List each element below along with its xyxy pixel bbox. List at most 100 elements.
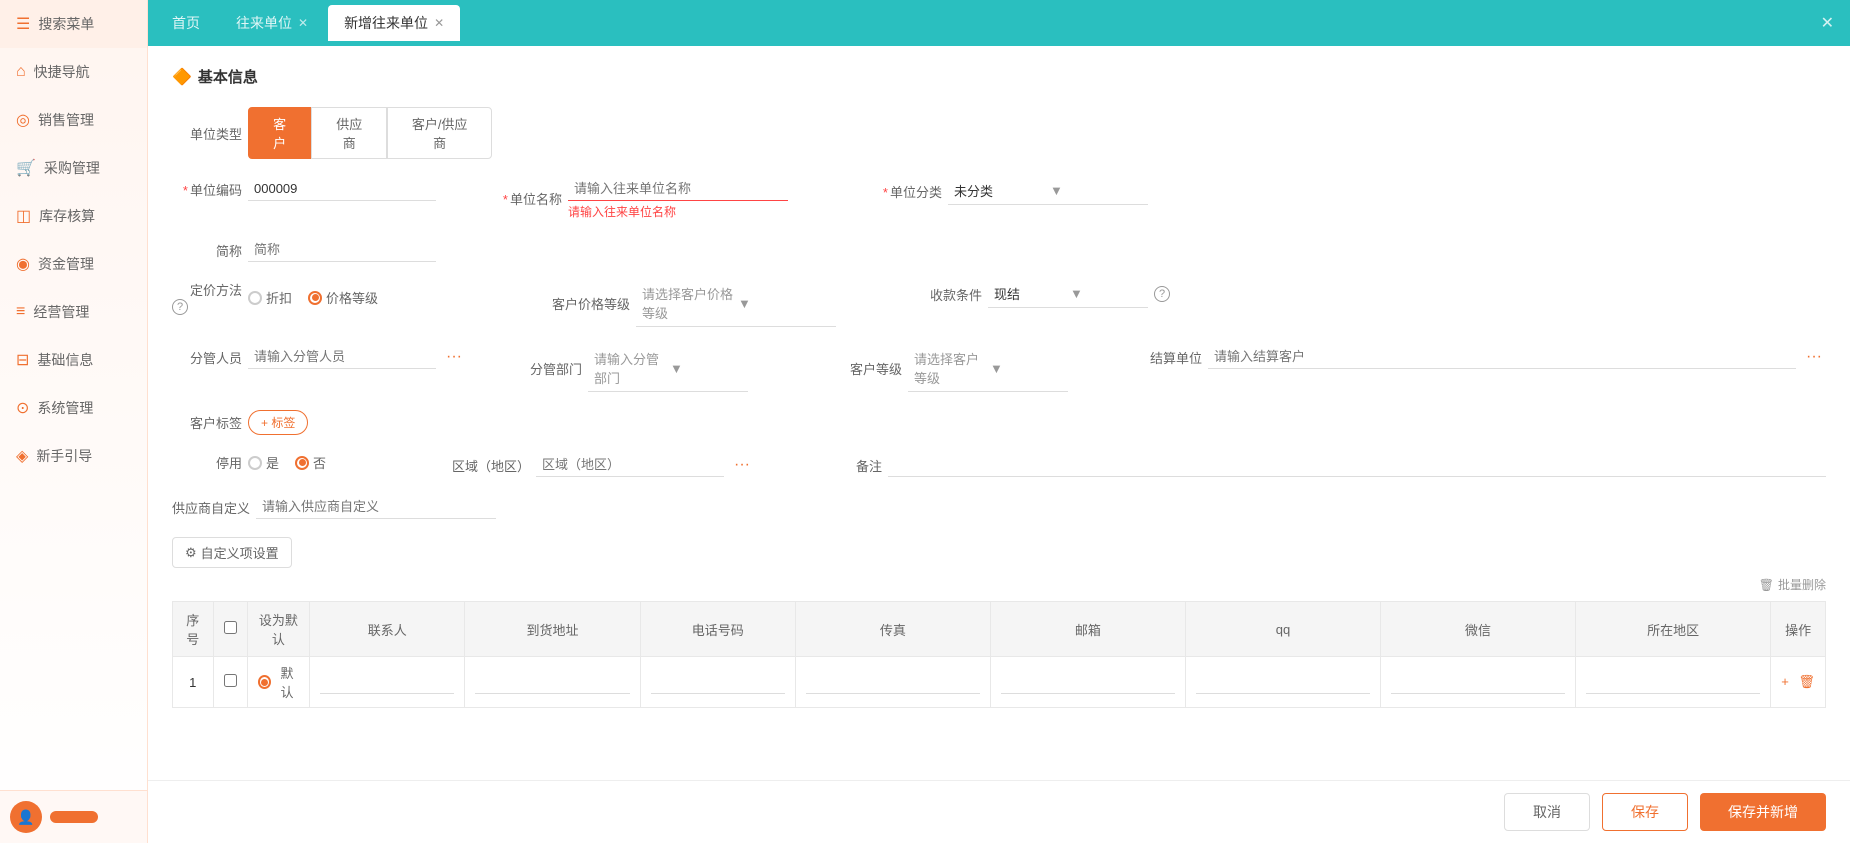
customer-price-level-select[interactable]: 请选择客户价格等级 ▼ <box>636 280 836 327</box>
price-level-radio-circle <box>308 291 322 305</box>
customer-price-level-field: 客户价格等级 请选择客户价格等级 ▼ <box>552 280 892 327</box>
unit-code-label: *单位编码 <box>172 180 242 199</box>
th-no: 序号 <box>173 602 214 657</box>
save-button[interactable]: 保存 <box>1602 793 1688 831</box>
pricing-help-icon[interactable]: ? <box>172 299 188 315</box>
user-avatar: 👤 <box>10 801 42 833</box>
unit-name-field: *单位名称 请输入往来单位名称 <box>492 177 852 220</box>
save-new-button[interactable]: 保存并新增 <box>1700 793 1826 831</box>
settlement-unit-input[interactable] <box>1208 345 1796 369</box>
payment-terms-select[interactable]: 现结 ▼ <box>988 280 1148 308</box>
customer-price-level-placeholder: 请选择客户价格等级 <box>642 284 734 322</box>
section-title-basic-info: 🔶 基本信息 <box>172 66 1826 87</box>
customer-tag-row: 客户标签 + 标签 <box>172 410 1826 435</box>
qq-input[interactable] <box>1196 670 1370 694</box>
tab-counterpart[interactable]: 往来单位 ✕ <box>220 5 324 41</box>
table-header-row: 序号 设为默认 联系人 到货地址 电话号码 传真 邮箱 qq 微信 所在地区 操… <box>173 602 1826 657</box>
dept-select[interactable]: 请输入分管部门 ▼ <box>588 345 748 392</box>
finance-icon: ◉ <box>16 254 30 274</box>
unit-type-customer-btn[interactable]: 客户 <box>248 107 311 159</box>
row-checkbox-input[interactable] <box>224 674 237 687</box>
add-row-btn[interactable]: + <box>1781 674 1789 689</box>
select-all-checkbox[interactable] <box>224 621 237 634</box>
default-radio[interactable]: 默认 <box>258 663 300 701</box>
fax-input[interactable] <box>806 670 980 694</box>
th-phone: 电话号码 <box>640 602 795 657</box>
row-region-input[interactable] <box>1586 670 1760 694</box>
custom-settings-button[interactable]: ⚙ 自定义项设置 <box>172 537 292 568</box>
unit-code-input[interactable] <box>248 177 436 201</box>
sidebar-item-sales[interactable]: ◎ 销售管理 <box>0 96 147 144</box>
disabled-yes-radio[interactable]: 是 <box>248 453 279 472</box>
wechat-input[interactable] <box>1391 670 1565 694</box>
tab-new-counterpart[interactable]: 新增往来单位 ✕ <box>328 5 460 41</box>
th-email: 邮箱 <box>990 602 1185 657</box>
remark-input[interactable] <box>888 453 1826 477</box>
manager-field: 分管人员 ··· <box>172 345 512 369</box>
close-all-tabs[interactable]: ✕ <box>1813 9 1842 37</box>
batch-delete-label[interactable]: 批量删除 <box>1778 576 1826 593</box>
disabled-label: 停用 <box>172 453 242 472</box>
row-email <box>990 657 1185 708</box>
manager-more-btn[interactable]: ··· <box>442 348 466 366</box>
sidebar-item-search[interactable]: ☰ 搜索菜单 <box>0 0 147 48</box>
supplier-custom-field: 供应商自定义 <box>172 495 672 519</box>
pricing-method-radio-group: 折扣 价格等级 <box>248 288 378 307</box>
form-content: 🔶 基本信息 单位类型 客户 供应商 客户/供应商 *单位编码 *单位名称 <box>148 46 1850 780</box>
contact-input[interactable] <box>320 670 454 694</box>
disabled-no-label: 否 <box>313 453 326 472</box>
tab-new-counterpart-label: 新增往来单位 <box>344 13 428 33</box>
manager-label: 分管人员 <box>172 348 242 367</box>
pricing-row: 定价方法 ? 折扣 价格等级 客户价格等级 请选择客户价 <box>172 280 1826 327</box>
sidebar-item-base-info[interactable]: ⊟ 基础信息 <box>0 336 147 384</box>
add-tag-button[interactable]: + 标签 <box>248 410 308 435</box>
default-radio-circle <box>258 675 271 689</box>
settlement-unit-more-btn[interactable]: ··· <box>1802 348 1826 366</box>
region-field: 区域（地区） ··· <box>452 453 792 477</box>
chevron-down-icon: ▼ <box>738 296 830 311</box>
sidebar-item-label: 快捷导航 <box>34 62 90 82</box>
unit-name-input[interactable] <box>568 177 788 201</box>
sidebar-item-label: 新手引导 <box>36 446 92 466</box>
search-menu-icon: ☰ <box>16 14 30 34</box>
customer-level-select[interactable]: 请选择客户等级 ▼ <box>908 345 1068 392</box>
pricing-level-radio[interactable]: 价格等级 <box>308 288 378 307</box>
sidebar-item-guide[interactable]: ◈ 新手引导 <box>0 432 147 480</box>
sidebar-item-operations[interactable]: ≡ 经营管理 <box>0 288 147 336</box>
sidebar-item-purchase[interactable]: 🛒 采购管理 <box>0 144 147 192</box>
tab-counterpart-close[interactable]: ✕ <box>298 16 308 30</box>
payment-terms-help-icon[interactable]: ? <box>1154 286 1170 302</box>
tab-home[interactable]: 首页 <box>156 5 216 41</box>
phone-input[interactable] <box>651 670 785 694</box>
th-action: 操作 <box>1771 602 1826 657</box>
supplier-custom-label: 供应商自定义 <box>172 498 250 517</box>
settlement-unit-field: 结算单位 ··· <box>1132 345 1826 369</box>
unit-type-both-btn[interactable]: 客户/供应商 <box>387 107 492 159</box>
unit-category-select[interactable]: 未分类 ▼ <box>948 177 1148 205</box>
unit-type-group: 客户 供应商 客户/供应商 <box>248 107 492 159</box>
custom-settings-label: 自定义项设置 <box>201 543 279 562</box>
footer: 取消 保存 保存并新增 <box>148 780 1850 843</box>
th-qq: qq <box>1185 602 1380 657</box>
cancel-button[interactable]: 取消 <box>1504 793 1590 831</box>
th-default: 设为默认 <box>247 602 310 657</box>
sidebar-item-quick-nav[interactable]: ⌂ 快捷导航 <box>0 48 147 96</box>
customer-price-level-label: 客户价格等级 <box>552 294 630 313</box>
sidebar-item-system[interactable]: ⊙ 系统管理 <box>0 384 147 432</box>
unit-type-supplier-btn[interactable]: 供应商 <box>311 107 387 159</box>
sidebar-item-inventory[interactable]: ◫ 库存核算 <box>0 192 147 240</box>
tab-new-counterpart-close[interactable]: ✕ <box>434 16 444 30</box>
remark-field: 备注 <box>812 453 1826 477</box>
email-input[interactable] <box>1001 670 1175 694</box>
supplier-custom-input[interactable] <box>256 495 496 519</box>
delete-row-btn[interactable]: 🗑 <box>1798 674 1815 689</box>
region-more-btn[interactable]: ··· <box>730 456 754 474</box>
region-input[interactable] <box>536 453 724 477</box>
address-input[interactable] <box>475 670 629 694</box>
row-contact <box>310 657 465 708</box>
pricing-discount-radio[interactable]: 折扣 <box>248 288 292 307</box>
manager-input[interactable] <box>248 345 436 369</box>
short-name-input[interactable] <box>248 238 436 262</box>
sidebar-item-finance[interactable]: ◉ 资金管理 <box>0 240 147 288</box>
disabled-no-radio[interactable]: 否 <box>295 453 326 472</box>
